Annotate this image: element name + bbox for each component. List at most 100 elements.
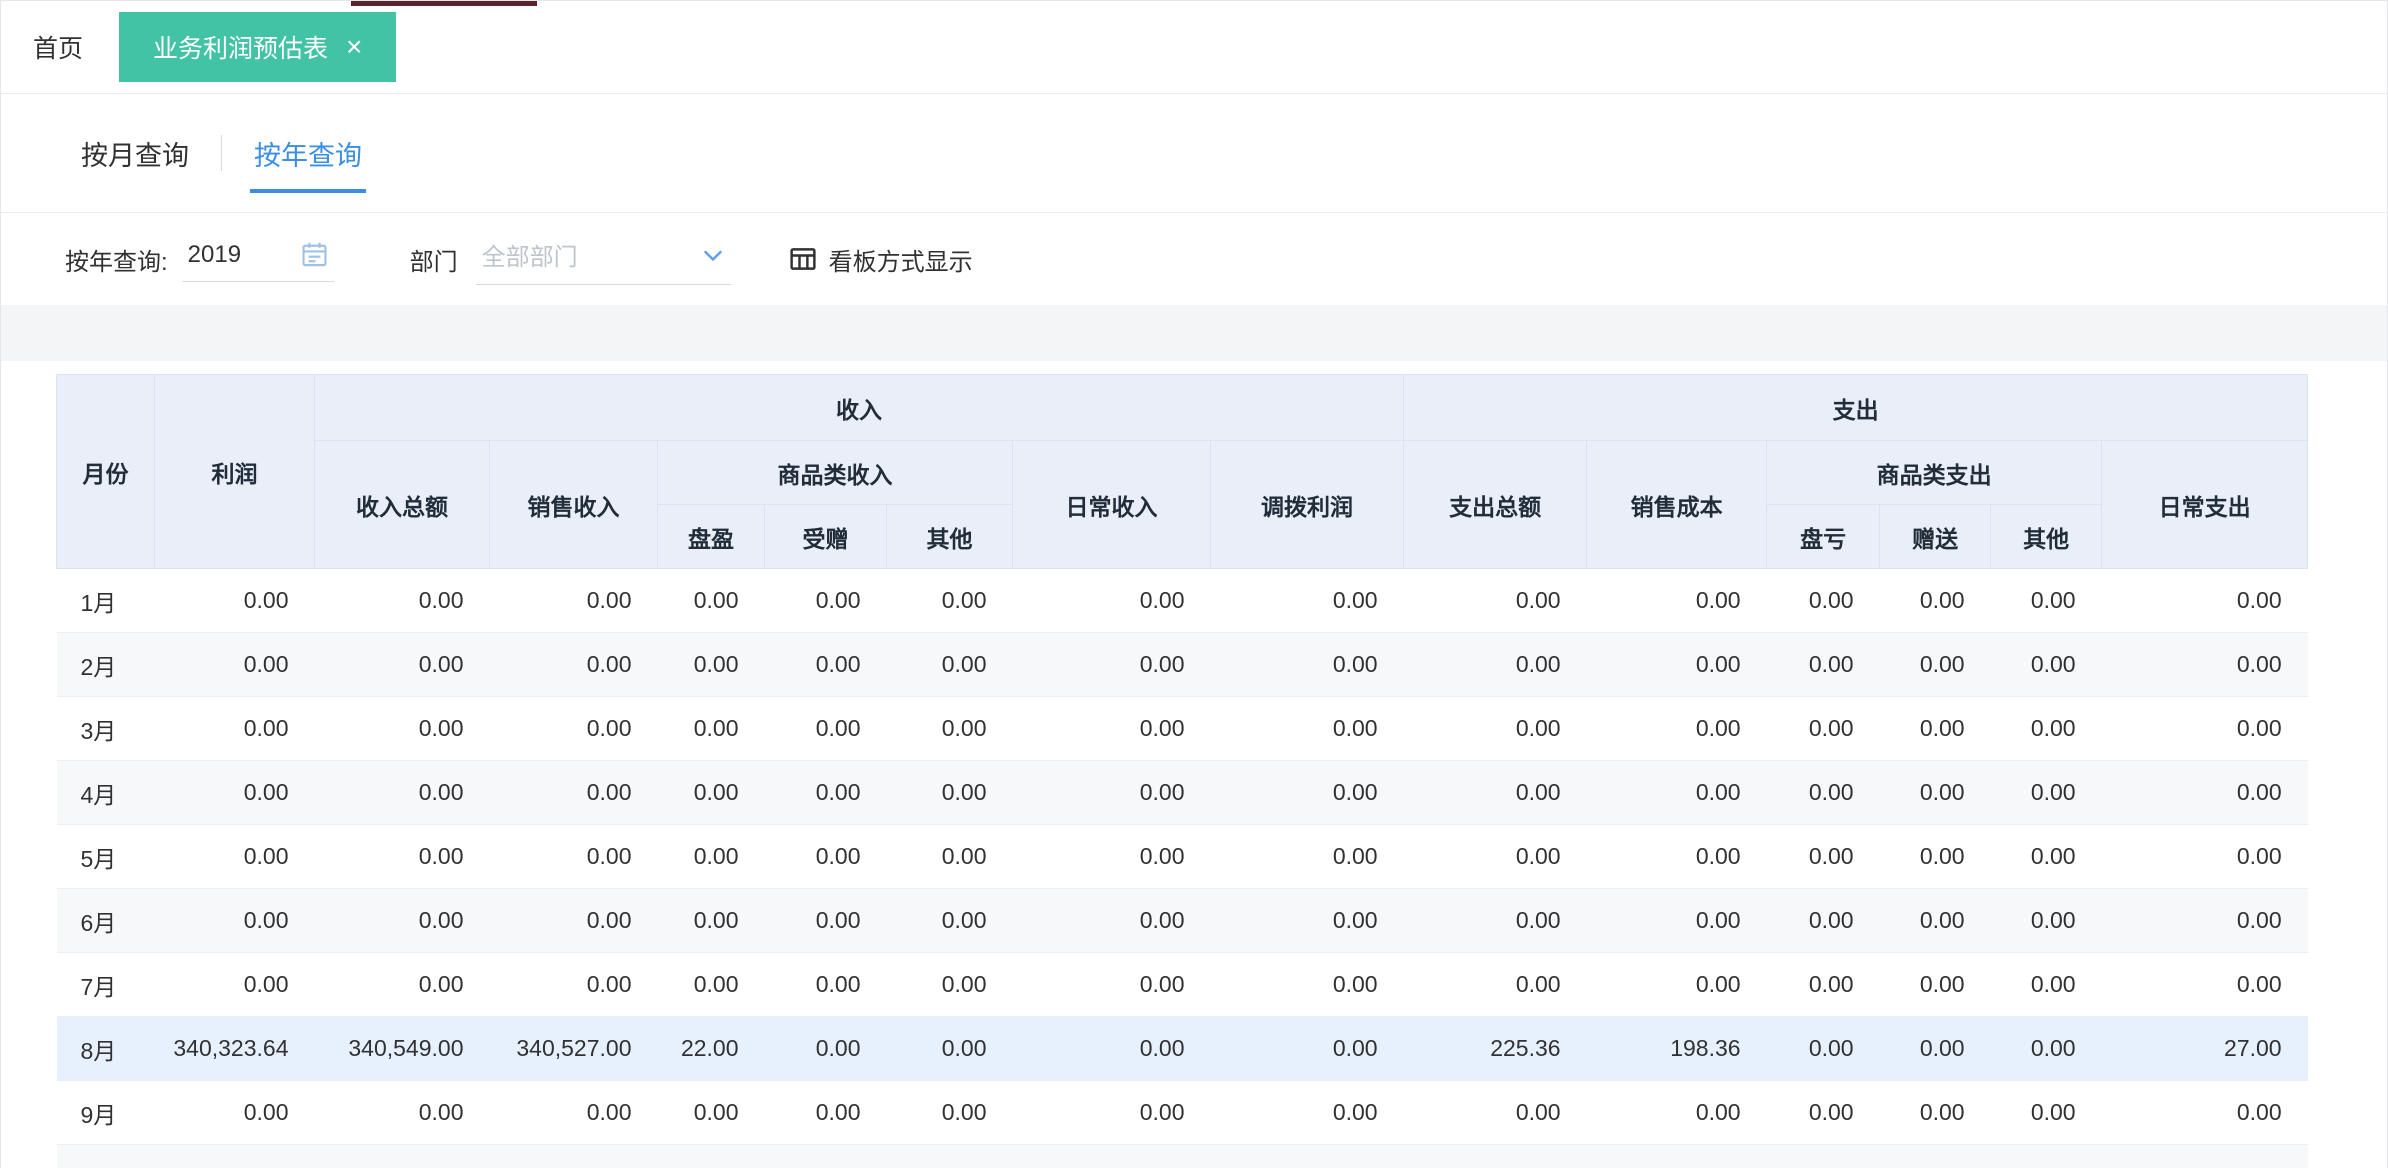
col-header-transfer-profit: 调拨利润 (1209, 440, 1405, 569)
table-row[interactable]: 2月 0.00 0.00 0.00 0.00 0.00 0.00 0.00 0.00 0.00 0.… (56, 632, 2308, 697)
value-cell: 0.00 (886, 760, 1013, 825)
value-cell: 0.00 (1990, 632, 2102, 697)
value-cell: 0.00 (886, 568, 1013, 633)
value-cell: 0.00 (1990, 568, 2102, 633)
value-cell: 0.00 (1766, 1144, 1880, 1168)
table-row[interactable]: 1月 0.00 0.00 0.00 0.00 0.00 0.00 0.00 0.00 0.00 0.… (56, 568, 2308, 633)
value-cell: 0.00 (657, 824, 765, 889)
month-cell: 6月 (56, 888, 155, 953)
tab-profit-report[interactable]: 业务利润预估表 × (119, 12, 397, 82)
month-cell: 10月 (56, 1144, 155, 1168)
year-input[interactable]: 2019 (181, 237, 334, 282)
value-cell: 340,527.00 (489, 1016, 658, 1081)
value-cell: 0.00 (1766, 632, 1880, 697)
col-header-daily-expense: 日常支出 (2101, 440, 2309, 569)
value-cell: 0.00 (1766, 760, 1880, 825)
month-cell: 1月 (56, 568, 155, 633)
value-cell: 0.00 (2101, 952, 2308, 1017)
value-cell: 0.00 (1012, 888, 1211, 953)
value-cell: 0.00 (1990, 1016, 2102, 1081)
value-cell: 0.00 (1210, 1016, 1404, 1081)
col-header-expense-total: 支出总额 (1403, 440, 1588, 569)
table-row[interactable]: 4月 0.00 0.00 0.00 0.00 0.00 0.00 0.00 0.00 0.00 0.… (56, 760, 2308, 825)
table-row[interactable]: 9月 0.00 0.00 0.00 0.00 0.00 0.00 0.00 0.00 0.00 0.… (56, 1080, 2308, 1145)
value-cell: 0.00 (489, 952, 658, 1017)
board-view-toggle[interactable]: 看板方式显示 (789, 242, 973, 277)
year-value: 2019 (187, 240, 242, 268)
value-cell: 0.00 (314, 696, 490, 761)
tab-monthly-query[interactable]: 按月查询 (77, 134, 193, 173)
value-cell: 0.00 (1586, 1080, 1767, 1145)
value-cell: 0.00 (1403, 888, 1587, 953)
tab-yearly-query[interactable]: 按年查询 (250, 134, 366, 193)
filter-bar: 按年查询: 2019 部门 全部部门 看板方式显示 (1, 213, 2387, 305)
value-cell: 0.00 (314, 760, 490, 825)
table-row[interactable]: 5月 0.00 0.00 0.00 0.00 0.00 0.00 0.00 0.00 0.00 0.… (56, 824, 2308, 889)
value-cell: 0.00 (1879, 1144, 1991, 1168)
table-header: 月份 利润 收入 支出 收入总额 销售收入 商品类收入 日常收入 调拨利润 支出… (56, 374, 2309, 569)
value-cell: 0.00 (1586, 952, 1767, 1017)
month-cell: 9月 (56, 1080, 155, 1145)
value-cell: 0.00 (1766, 1016, 1880, 1081)
value-cell: 0.00 (1990, 1080, 2102, 1145)
value-cell: 0.00 (1586, 888, 1767, 953)
table-row[interactable]: 10月0.000.000.000.000.000.000.000.000.000… (56, 1144, 2308, 1168)
month-cell: 7月 (56, 952, 155, 1017)
tab-home[interactable]: 首页 (25, 29, 91, 65)
value-cell: 0.00 (1586, 824, 1767, 889)
value-cell: 0.00 (1766, 824, 1880, 889)
value-cell: 0.00 (764, 568, 887, 633)
col-header-expense-other: 其他 (1990, 504, 2103, 569)
top-tab-bar: 首页 业务利润预估表 × (1, 1, 2387, 94)
value-cell: 0.00 (886, 1144, 1013, 1168)
value-cell: 0.00 (1012, 632, 1211, 697)
value-cell: 0.00 (764, 1144, 887, 1168)
value-cell: 198.36 (1586, 1016, 1767, 1081)
value-cell: 225.36 (1403, 1016, 1587, 1081)
table-row[interactable]: 7月 0.00 0.00 0.00 0.00 0.00 0.00 0.00 0.00 0.00 0.… (56, 952, 2308, 1017)
value-cell: 0.00 (886, 1016, 1013, 1081)
value-cell: 0.00 (657, 888, 765, 953)
col-group-expense: 支出 (1403, 374, 2309, 441)
app-window: 首页 业务利润预估表 × 按月查询 按年查询 按年查询: 2019 部门 全部部… (0, 0, 2388, 1168)
value-cell: 0.00 (2101, 696, 2308, 761)
col-header-profit: 利润 (154, 374, 315, 569)
table-row[interactable]: 3月 0.00 0.00 0.00 0.00 0.00 0.00 0.00 0.00 0.00 0.… (56, 696, 2308, 761)
value-cell: 0.00 (1990, 888, 2102, 953)
col-group-goods-expense: 商品类支出 (1766, 440, 2103, 505)
table-row[interactable]: 8月 340,323.64 340,549.00 340,527.00 22.00 0.0… (56, 1016, 2308, 1081)
col-header-gift-given: 赠送 (1879, 504, 1992, 569)
department-select[interactable]: 全部部门 (475, 233, 731, 285)
value-cell: 0.00 (1012, 824, 1211, 889)
table-row[interactable]: 6月 0.00 0.00 0.00 0.00 0.00 0.00 0.00 0.00 0.00 0.… (56, 888, 2308, 953)
dept-filter-label: 部门 (409, 248, 458, 276)
value-cell: 0.00 (764, 1016, 887, 1081)
value-cell: 0.00 (1879, 632, 1991, 697)
value-cell: 0.00 (764, 696, 887, 761)
col-header-income-total: 收入总额 (314, 440, 490, 569)
value-cell: 0.00 (1210, 568, 1404, 633)
value-cell: 0.00 (314, 1144, 490, 1168)
value-cell: 0.00 (1879, 760, 1991, 825)
value-cell: 0.00 (1403, 824, 1587, 889)
month-cell: 8月 (56, 1016, 155, 1081)
value-cell: 0.00 (1879, 568, 1991, 633)
value-cell: 0.00 (154, 632, 315, 697)
calendar-icon (302, 242, 327, 267)
value-cell: 0.00 (2101, 1144, 2308, 1168)
value-cell: 0.00 (1403, 760, 1587, 825)
value-cell: 0.00 (657, 1144, 765, 1168)
value-cell: 0.00 (1403, 1080, 1587, 1145)
value-cell: 0.00 (154, 952, 315, 1017)
close-icon[interactable]: × (346, 33, 362, 61)
value-cell: 0.00 (1990, 696, 2102, 761)
value-cell: 0.00 (886, 632, 1013, 697)
year-filter-label: 按年查询: (65, 248, 168, 276)
value-cell: 0.00 (1012, 568, 1211, 633)
board-view-label: 看板方式显示 (828, 248, 973, 276)
value-cell: 0.00 (1879, 1080, 1991, 1145)
value-cell: 0.00 (1879, 888, 1991, 953)
value-cell: 0.00 (154, 1080, 315, 1145)
value-cell: 0.00 (886, 888, 1013, 953)
value-cell: 0.00 (1012, 952, 1211, 1017)
